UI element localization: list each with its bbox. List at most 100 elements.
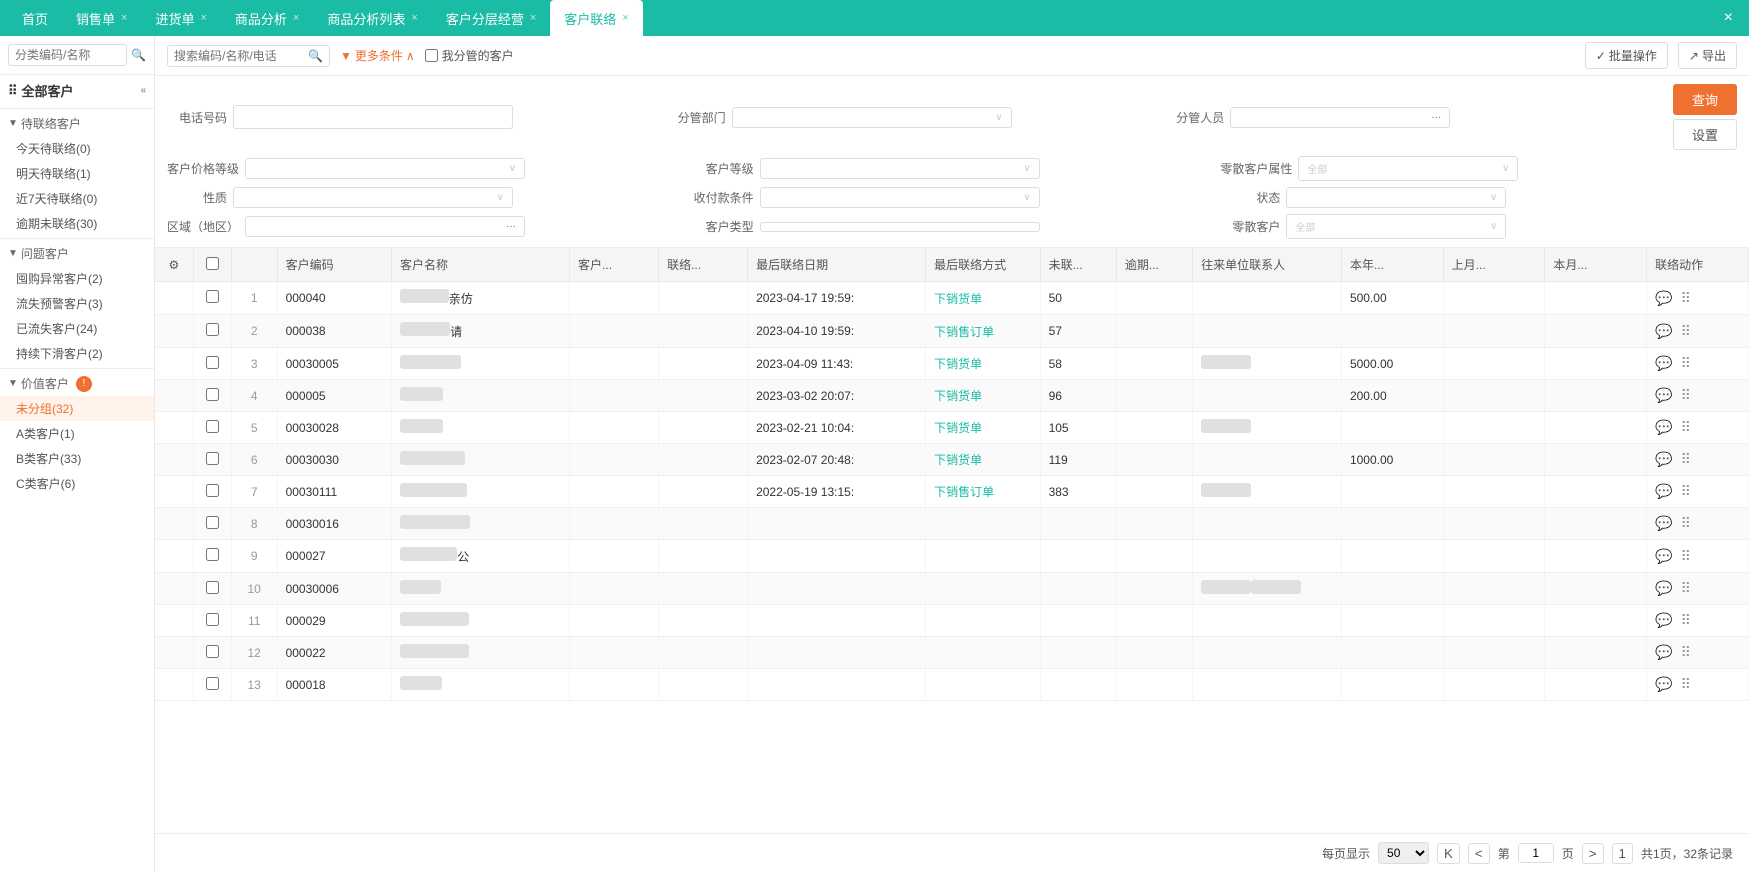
message-icon[interactable]: 💬 [1655,290,1672,307]
message-icon[interactable]: 💬 [1655,580,1672,597]
last-page-button[interactable]: 1 [1612,843,1633,864]
sidebar-item-churned[interactable]: 已流失客户(24) [0,316,154,341]
message-icon[interactable]: 💬 [1655,515,1672,532]
payment-select[interactable]: ∨ [760,187,1040,208]
close-sales-icon[interactable]: × [121,12,127,24]
gender-select[interactable]: ∨ [233,187,513,208]
grid-action-icon[interactable]: ⠿ [1681,644,1691,661]
prev-page-button[interactable]: < [1468,843,1490,864]
filter-more-conditions[interactable]: ▼ 更多条件 ∧ [340,47,415,64]
row-checkbox[interactable] [206,516,219,529]
row-checkbox[interactable] [206,581,219,594]
my-customers-filter[interactable]: 我分管的客户 [425,47,514,64]
export-button[interactable]: ↗ 导出 [1678,42,1737,69]
row-checkbox[interactable] [206,645,219,658]
dept-select[interactable]: ∨ [732,107,1012,128]
message-icon[interactable]: 💬 [1655,419,1672,436]
page-number-input[interactable] [1518,843,1554,863]
customer-level-select[interactable]: ∨ [760,158,1040,179]
status-select[interactable]: ∨ [1286,187,1506,208]
message-icon[interactable]: 💬 [1655,387,1672,404]
row-checkbox[interactable] [206,484,219,497]
sidebar-group-value[interactable]: ▼ 价值客户 ! [0,371,154,396]
sidebar-item-7day-pending[interactable]: 近7天待联络(0) [0,186,154,211]
settings-icon[interactable]: ⚙ [168,258,179,272]
row-checkbox[interactable] [206,356,219,369]
sidebar-group-problem[interactable]: ▼ 问题客户 [0,241,154,266]
nav-sales[interactable]: 销售单 × [62,0,141,36]
nav-customer-contact[interactable]: 客户联络 × [550,0,642,36]
filter-search-icon[interactable]: 🔍 [308,49,323,63]
nav-analysis-list[interactable]: 商品分析列表 × [313,0,431,36]
th-contact[interactable]: 联络... [659,248,748,282]
row-checkbox[interactable] [206,452,219,465]
close-purchase-icon[interactable]: × [200,12,206,24]
my-customers-checkbox[interactable] [425,49,438,62]
message-icon[interactable]: 💬 [1655,644,1672,661]
grid-action-icon[interactable]: ⠿ [1681,612,1691,629]
filter-search-input[interactable] [174,49,304,63]
last-method-link[interactable]: 下销售订单 [934,485,994,499]
phone-input[interactable] [233,105,513,129]
last-method-link[interactable]: 下销货单 [934,421,982,435]
area-select[interactable]: ··· [245,216,525,237]
message-icon[interactable]: 💬 [1655,355,1672,372]
grid-action-icon[interactable]: ⠿ [1681,676,1691,693]
grid-action-icon[interactable]: ⠿ [1681,580,1691,597]
close-analysis-icon[interactable]: × [293,12,299,24]
grid-action-icon[interactable]: ⠿ [1681,355,1691,372]
grid-action-icon[interactable]: ⠿ [1681,387,1691,404]
window-close-button[interactable]: × [1716,9,1741,27]
th-name[interactable]: 客户名称 [392,248,570,282]
select-all-checkbox[interactable] [206,257,219,270]
row-checkbox[interactable] [206,548,219,561]
sidebar-collapse-btn[interactable]: « [140,85,146,96]
last-method-link[interactable]: 下销货单 [934,389,982,403]
sidebar-item-today-pending[interactable]: 今天待联络(0) [0,136,154,161]
th-this-month[interactable]: 本月... [1545,248,1647,282]
nav-analysis[interactable]: 商品分析 × [221,0,313,36]
th-settings[interactable]: ⚙ [155,248,193,282]
sidebar-item-churn-warning[interactable]: 流失预警客户(3) [0,291,154,316]
query-button[interactable]: 查询 [1673,84,1737,115]
th-code[interactable]: 客户编码 [277,248,391,282]
close-segmentation-icon[interactable]: × [530,12,536,24]
retail-attr-select[interactable]: 全部∨ [1298,156,1518,181]
close-analysis-list-icon[interactable]: × [411,12,417,24]
sidebar-item-classA[interactable]: A类客户(1) [0,421,154,446]
last-method-link[interactable]: 下销售订单 [934,325,994,339]
sidebar-item-hoarding[interactable]: 囤购异常客户(2) [0,266,154,291]
th-this-year[interactable]: 本年... [1341,248,1443,282]
grid-action-icon[interactable]: ⠿ [1681,515,1691,532]
message-icon[interactable]: 💬 [1655,548,1672,565]
reset-button[interactable]: 设置 [1673,119,1737,150]
message-icon[interactable]: 💬 [1655,451,1672,468]
sidebar-item-ungrouped[interactable]: 未分组(32) [0,396,154,421]
retail-customer-select[interactable]: 全部∨ [1286,214,1506,239]
th-last-month[interactable]: 上月... [1443,248,1545,282]
first-page-button[interactable]: K [1437,843,1460,864]
per-page-select[interactable]: 50 100 [1378,842,1429,864]
row-checkbox[interactable] [206,677,219,690]
nav-customer-segmentation[interactable]: 客户分层经营 × [432,0,550,36]
th-uncontact[interactable]: 未联... [1040,248,1116,282]
nav-purchase[interactable]: 进货单 × [141,0,220,36]
row-checkbox[interactable] [206,388,219,401]
grid-action-icon[interactable]: ⠿ [1681,419,1691,436]
sidebar-group-pending[interactable]: ▼ 待联络客户 [0,111,154,136]
row-checkbox[interactable] [206,323,219,336]
th-last-date[interactable]: 最后联络日期 [748,248,926,282]
sidebar-item-declining[interactable]: 持续下滑客户(2) [0,341,154,366]
message-icon[interactable]: 💬 [1655,676,1672,693]
sidebar-item-overdue-pending[interactable]: 逾期未联络(30) [0,211,154,236]
message-icon[interactable]: 💬 [1655,612,1672,629]
row-checkbox[interactable] [206,290,219,303]
grid-action-icon[interactable]: ⠿ [1681,451,1691,468]
grid-action-icon[interactable]: ⠿ [1681,548,1691,565]
th-type[interactable]: 客户... [570,248,659,282]
sidebar-search-icon[interactable]: 🔍 [131,48,146,62]
sidebar-item-classC[interactable]: C类客户(6) [0,471,154,496]
grid-action-icon[interactable]: ⠿ [1681,290,1691,307]
sidebar-all-customers-header[interactable]: ⠿ 全部客户 « [0,75,154,106]
last-method-link[interactable]: 下销货单 [934,292,982,306]
